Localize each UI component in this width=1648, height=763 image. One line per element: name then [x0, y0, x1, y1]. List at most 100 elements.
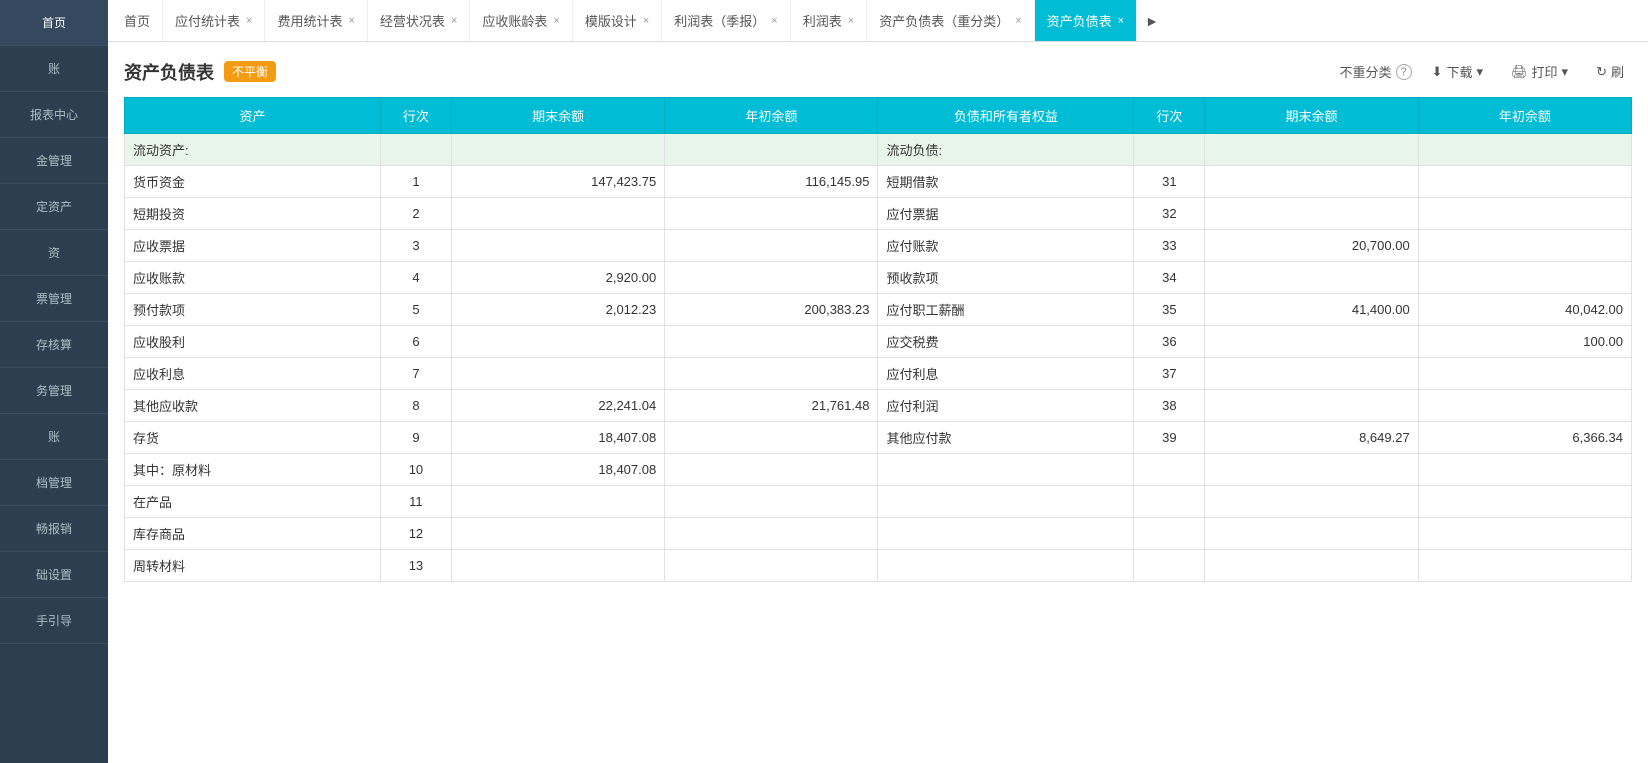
tab-profit-quarterly[interactable]: 利润表（季报） ×	[662, 0, 790, 42]
table-row[interactable]: 应收账款 4 2,920.00 预收款项 34	[125, 262, 1632, 294]
table-row[interactable]: 货币资金 1 147,423.75 116,145.95 短期借款 31	[125, 166, 1632, 198]
sidebar-item-expense[interactable]: 畅报销	[0, 506, 108, 552]
left-end-balance	[451, 230, 664, 262]
tab-home[interactable]: 首页	[112, 0, 163, 42]
right-year-start: 40,042.00	[1418, 294, 1631, 326]
tab-close-template-design[interactable]: ×	[643, 15, 649, 27]
right-line: 38	[1134, 390, 1205, 422]
right-year-start	[1418, 454, 1631, 486]
tab-close-balance-sheet[interactable]: ×	[1118, 15, 1124, 27]
sidebar-item-home[interactable]: 首页	[0, 0, 108, 46]
left-name: 其他应收款	[125, 390, 381, 422]
sidebar: 首页 账 报表中心 金管理 定资产 资 票管理 存核算 务管理 账 档管理 畅报…	[0, 0, 108, 763]
table-row[interactable]: 在产品 11	[125, 486, 1632, 518]
left-year-start	[665, 198, 878, 230]
table-row[interactable]: 周转材料 13	[125, 550, 1632, 582]
left-line: 1	[380, 166, 451, 198]
right-name	[878, 486, 1134, 518]
col-year-start1: 年初余额	[665, 98, 878, 134]
sidebar-item-inventory[interactable]: 存核算	[0, 322, 108, 368]
left-line: 3	[380, 230, 451, 262]
tab-close-profit[interactable]: ×	[848, 15, 854, 27]
tab-expense-stats[interactable]: 费用统计表 ×	[265, 0, 367, 42]
right-end-balance	[1205, 358, 1418, 390]
left-end-balance: 18,407.08	[451, 454, 664, 486]
tab-close-balance-reclassified[interactable]: ×	[1015, 15, 1021, 27]
tab-scroll-right[interactable]: ►	[1137, 13, 1167, 29]
right-name: 应付利息	[878, 358, 1134, 390]
right-end-balance	[1205, 486, 1418, 518]
sidebar-item-guide[interactable]: 手引导	[0, 598, 108, 644]
left-line: 8	[380, 390, 451, 422]
main-area: 首页 应付统计表 × 费用统计表 × 经营状况表 × 应收账龄表 × 模版设计 …	[108, 0, 1648, 763]
right-line: 35	[1134, 294, 1205, 326]
tab-close-expense-stats[interactable]: ×	[348, 15, 354, 27]
sidebar-item-settings[interactable]: 础设置	[0, 552, 108, 598]
sidebar-item-fixed-assets[interactable]: 定资产	[0, 184, 108, 230]
sidebar-item-report-center[interactable]: 报表中心	[0, 92, 108, 138]
table-row[interactable]: 存货 9 18,407.08 其他应付款 39 8,649.27 6,366.3…	[125, 422, 1632, 454]
tab-profit[interactable]: 利润表 ×	[791, 0, 867, 42]
left-line: 6	[380, 326, 451, 358]
table-row[interactable]: 应收股利 6 应交税费 36 100.00	[125, 326, 1632, 358]
sidebar-item-ledger[interactable]: 账	[0, 414, 108, 460]
table-row[interactable]: 预付款项 5 2,012.23 200,383.23 应付职工薪酬 35 41,…	[125, 294, 1632, 326]
download-button[interactable]: ⬇ 下载 ▾	[1424, 58, 1491, 85]
right-year-start	[1418, 550, 1631, 582]
left-year-start	[665, 326, 878, 358]
left-year-start: 21,761.48	[665, 390, 878, 422]
print-icon: 🖨	[1511, 64, 1528, 80]
left-end-balance	[451, 326, 664, 358]
left-year-start: 116,145.95	[665, 166, 878, 198]
right-name	[878, 550, 1134, 582]
tab-receivable-aging[interactable]: 应收账龄表 ×	[470, 0, 572, 42]
tab-template-design[interactable]: 模版设计 ×	[573, 0, 662, 42]
table-row[interactable]: 应收票据 3 应付账款 33 20,700.00	[125, 230, 1632, 262]
left-name: 货币资金	[125, 166, 381, 198]
right-year-start	[1418, 486, 1631, 518]
right-end-balance: 8,649.27	[1205, 422, 1418, 454]
sidebar-item-ticket-management[interactable]: 票管理	[0, 276, 108, 322]
refresh-button[interactable]: ↻ 刷	[1588, 58, 1632, 85]
section-current-assets: 流动资产: 流动负债:	[125, 134, 1632, 166]
right-line: 33	[1134, 230, 1205, 262]
unbalanced-badge: 不平衡	[224, 61, 276, 82]
right-line	[1134, 518, 1205, 550]
table-row[interactable]: 其他应收款 8 22,241.04 21,761.48 应付利润 38	[125, 390, 1632, 422]
col-liability: 负债和所有者权益	[878, 98, 1134, 134]
sidebar-item-archive[interactable]: 档管理	[0, 460, 108, 506]
tab-close-payable-stats[interactable]: ×	[246, 15, 252, 27]
print-chevron-icon: ▾	[1562, 64, 1569, 80]
page-header: 资产负债表 不平衡 不重分类 ? ⬇ 下载 ▾ 🖨 打印 ▾	[124, 58, 1632, 85]
tab-balance-reclassified[interactable]: 资产负债表（重分类） ×	[867, 0, 1034, 42]
table-row[interactable]: 库存商品 12	[125, 518, 1632, 550]
sidebar-item-account[interactable]: 账	[0, 46, 108, 92]
table-row[interactable]: 短期投资 2 应付票据 32	[125, 198, 1632, 230]
tab-close-operation-status[interactable]: ×	[451, 15, 457, 27]
section-left-label: 流动资产:	[125, 134, 381, 166]
left-line: 12	[380, 518, 451, 550]
col-end-balance2: 期末余额	[1205, 98, 1418, 134]
right-name: 应付职工薪酬	[878, 294, 1134, 326]
sidebar-item-capital[interactable]: 资	[0, 230, 108, 276]
report-table: 资产 行次 期末余额 年初余额 负债和所有者权益 行次 期末余额 年初余额 流动…	[124, 97, 1632, 582]
sidebar-item-business-management[interactable]: 务管理	[0, 368, 108, 414]
right-end-balance	[1205, 166, 1418, 198]
left-end-balance	[451, 550, 664, 582]
left-name: 应收票据	[125, 230, 381, 262]
tab-close-profit-quarterly[interactable]: ×	[771, 15, 777, 27]
right-name: 其他应付款	[878, 422, 1134, 454]
sidebar-item-cash-management[interactable]: 金管理	[0, 138, 108, 184]
tab-payable-stats[interactable]: 应付统计表 ×	[163, 0, 265, 42]
left-name: 在产品	[125, 486, 381, 518]
table-row[interactable]: 应收利息 7 应付利息 37	[125, 358, 1632, 390]
table-row[interactable]: 其中：原材料 10 18,407.08	[125, 454, 1632, 486]
right-year-start	[1418, 518, 1631, 550]
tab-balance-sheet[interactable]: 资产负债表 ×	[1035, 0, 1137, 42]
no-reclassify-toggle[interactable]: 不重分类 ?	[1340, 62, 1412, 81]
col-end-balance1: 期末余额	[451, 98, 664, 134]
tab-close-receivable-aging[interactable]: ×	[553, 15, 559, 27]
left-end-balance	[451, 486, 664, 518]
print-button[interactable]: 🖨 打印 ▾	[1503, 58, 1576, 85]
tab-operation-status[interactable]: 经营状况表 ×	[368, 0, 470, 42]
